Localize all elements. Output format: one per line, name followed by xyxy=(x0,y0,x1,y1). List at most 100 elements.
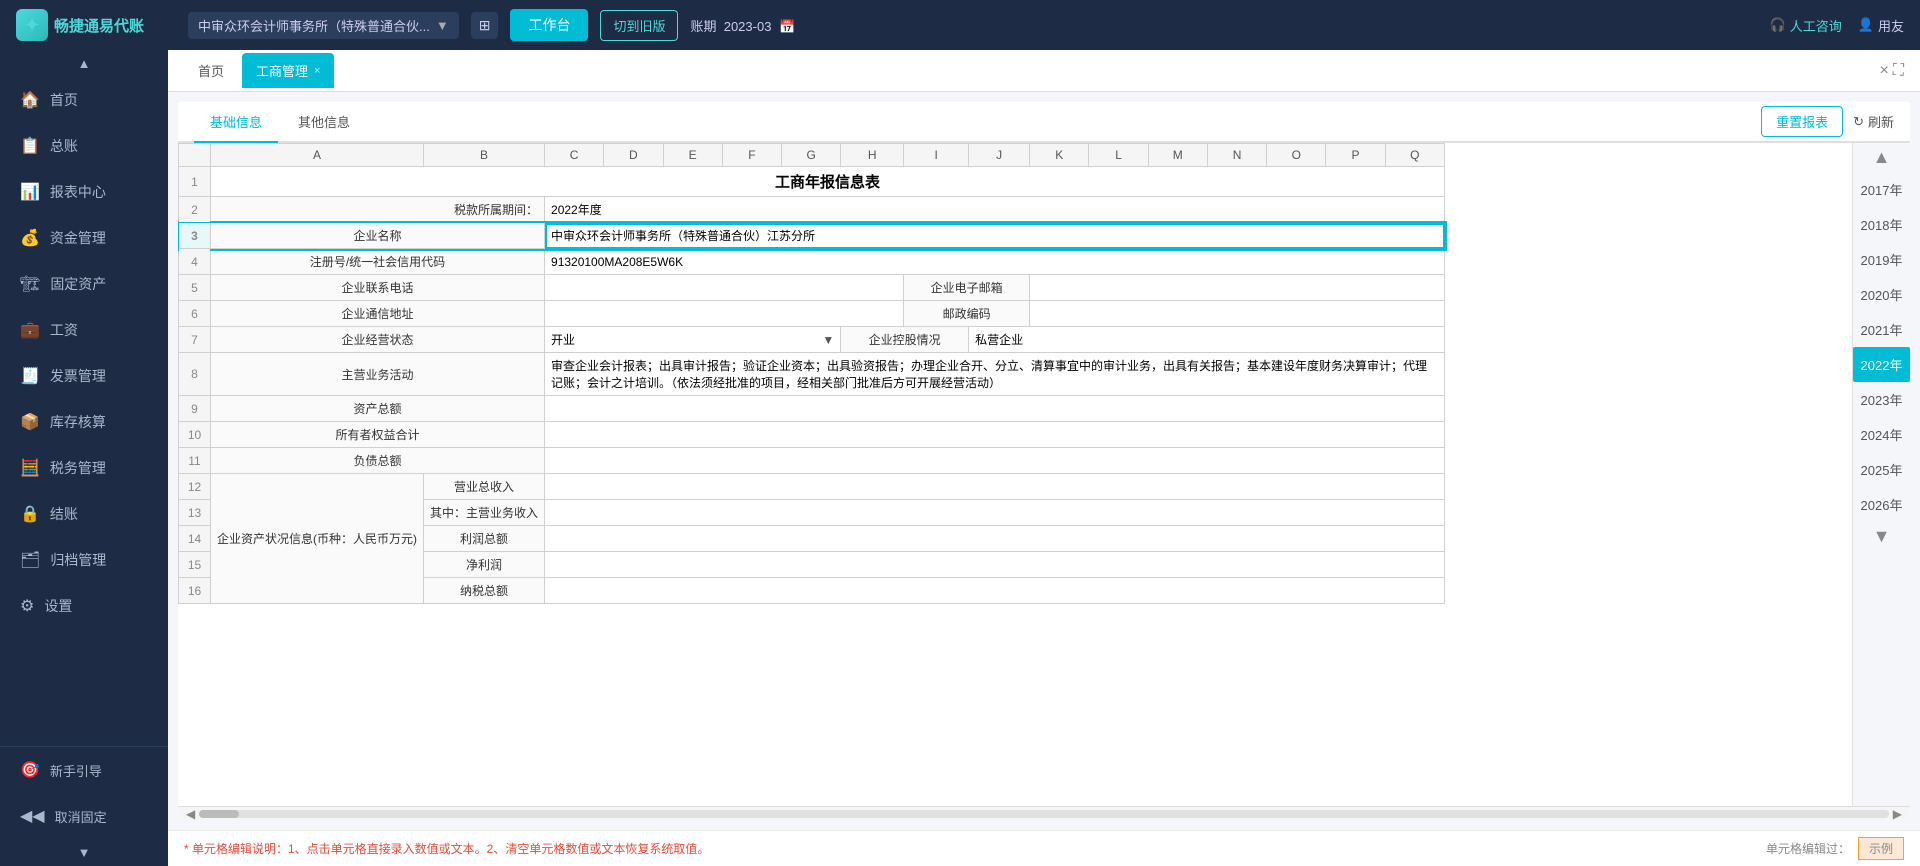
col-header-M[interactable]: M xyxy=(1148,144,1207,167)
address-value[interactable] xyxy=(545,301,904,327)
year-scroll-down-button[interactable]: ▼ xyxy=(1869,522,1895,551)
year-item-2020[interactable]: 2020年 xyxy=(1853,277,1910,312)
window-close-button[interactable]: × xyxy=(1879,62,1888,80)
equity-total-value[interactable] xyxy=(545,422,1445,448)
tab-basic-info[interactable]: 基础信息 xyxy=(194,102,278,143)
reg-code-value[interactable]: 91320100MA208E5W6K xyxy=(545,249,1445,275)
sidebar-item-finance[interactable]: 💰 资金管理 xyxy=(0,215,168,261)
home-icon: 🏠 xyxy=(20,90,40,110)
sidebar-item-close[interactable]: 🔒 结账 xyxy=(0,491,168,537)
tab-close-icon[interactable]: × xyxy=(314,65,320,77)
col-header-F[interactable]: F xyxy=(722,144,781,167)
row-num-16: 16 xyxy=(179,578,211,604)
sidebar-item-tax[interactable]: 🧮 税务管理 xyxy=(0,445,168,491)
company-selector[interactable]: 中审众环会计师事务所（特殊普通合伙... ▼ xyxy=(188,12,459,39)
company-icon-button[interactable]: ⊞ xyxy=(471,12,499,39)
sidebar-scroll-down[interactable]: ▼ xyxy=(0,839,168,866)
tab-gongshang[interactable]: 工商管理 × xyxy=(242,53,334,88)
col-header-O[interactable]: O xyxy=(1267,144,1326,167)
sidebar-item-unpin[interactable]: ◀◀ 取消固定 xyxy=(0,793,168,839)
sidebar-item-home[interactable]: 🏠 首页 xyxy=(0,77,168,123)
bottom-bar: * 单元格编辑说明：1、点击单元格直接录入数值或文本。2、清空单元格数值或文本恢… xyxy=(168,830,1920,866)
window-expand-button[interactable]: ⛶ xyxy=(1893,62,1904,80)
profit-total-value[interactable] xyxy=(545,526,1445,552)
scroll-thumb[interactable] xyxy=(199,810,239,818)
net-profit-value[interactable] xyxy=(545,552,1445,578)
company-name-label: 企业名称 xyxy=(211,223,545,249)
email-value[interactable] xyxy=(1030,275,1445,301)
sidebar-item-invoice[interactable]: 🧾 发票管理 xyxy=(0,353,168,399)
col-header-B[interactable]: B xyxy=(424,144,545,167)
year-item-2017[interactable]: 2017年 xyxy=(1853,172,1910,207)
col-header-C[interactable]: C xyxy=(545,144,604,167)
sidebar-label-unpin: 取消固定 xyxy=(55,807,107,826)
scroll-right-button[interactable]: ▶ xyxy=(1889,807,1906,821)
workbench-button[interactable]: 工作台 xyxy=(510,9,588,41)
biz-activity-value[interactable]: 审查企业会计报表；出具审计报告；验证企业资本；出具验资报告；办理企业合开、分立、… xyxy=(545,353,1445,396)
horizontal-scrollbar[interactable]: ◀ ▶ xyxy=(178,806,1910,820)
revenue-total-value[interactable] xyxy=(545,474,1445,500)
year-item-2024[interactable]: 2024年 xyxy=(1853,417,1910,452)
liability-value[interactable] xyxy=(545,448,1445,474)
sidebar-item-settings[interactable]: ⚙ 设置 xyxy=(0,583,168,629)
tab-other-info[interactable]: 其他信息 xyxy=(282,102,366,143)
sidebar-item-inventory[interactable]: 📦 库存核算 xyxy=(0,399,168,445)
calendar-icon[interactable]: 📅 xyxy=(779,19,795,34)
consult-button[interactable]: 🎧 人工咨询 xyxy=(1770,16,1842,35)
col-header-K[interactable]: K xyxy=(1030,144,1089,167)
sheet-main[interactable]: A B C D E F G H I J K L xyxy=(178,143,1852,806)
year-item-2025[interactable]: 2025年 xyxy=(1853,452,1910,487)
sidebar-item-assets[interactable]: 🏗 固定资产 xyxy=(0,261,168,307)
col-header-I[interactable]: I xyxy=(904,144,969,167)
tax-period-value[interactable]: 2022年度 xyxy=(545,197,1445,223)
sidebar-item-salary[interactable]: 💼 工资 xyxy=(0,307,168,353)
user-menu[interactable]: 👤 用友 xyxy=(1858,16,1904,35)
col-header-E[interactable]: E xyxy=(663,144,722,167)
sidebar-item-archive[interactable]: 🗂 归档管理 xyxy=(0,537,168,583)
year-item-2018[interactable]: 2018年 xyxy=(1853,207,1910,242)
scroll-track[interactable] xyxy=(199,810,1889,818)
year-item-2022[interactable]: 2022年 xyxy=(1853,347,1910,382)
scroll-left-button[interactable]: ◀ xyxy=(182,807,199,821)
col-header-N[interactable]: N xyxy=(1207,144,1266,167)
year-item-2023[interactable]: 2023年 xyxy=(1853,382,1910,417)
row-num-4: 4 xyxy=(179,249,211,275)
sidebar-item-ledger[interactable]: 📋 总账 xyxy=(0,123,168,169)
col-header-H[interactable]: H xyxy=(841,144,904,167)
ownership-value[interactable]: 私营企业 xyxy=(969,327,1445,353)
reset-report-button[interactable]: 重置报表 xyxy=(1761,106,1843,137)
year-item-2021[interactable]: 2021年 xyxy=(1853,312,1910,347)
refresh-button[interactable]: ↻ 刷新 xyxy=(1853,112,1894,131)
col-header-D[interactable]: D xyxy=(604,144,663,167)
table-title-cell[interactable]: 工商年报信息表 xyxy=(211,167,1445,197)
finance-icon: 💰 xyxy=(20,228,40,248)
year-scroll-up-button[interactable]: ▲ xyxy=(1869,143,1895,172)
col-header-J[interactable]: J xyxy=(969,144,1030,167)
col-header-G[interactable]: G xyxy=(782,144,841,167)
phone-value[interactable] xyxy=(545,275,904,301)
sidebar-item-guide[interactable]: 🎯 新手引导 xyxy=(0,747,168,793)
edited-example: 示例 xyxy=(1858,837,1904,860)
col-header-A[interactable]: A xyxy=(211,144,424,167)
biz-status-value[interactable]: 开业 ▼ xyxy=(545,327,841,353)
col-header-Q[interactable]: Q xyxy=(1385,144,1444,167)
assets-icon: 🏗 xyxy=(20,274,40,294)
sidebar-item-report[interactable]: 📊 报表中心 xyxy=(0,169,168,215)
col-header-L[interactable]: L xyxy=(1089,144,1148,167)
row-num-8: 8 xyxy=(179,353,211,396)
main-revenue-value[interactable] xyxy=(545,500,1445,526)
assets-total-value[interactable] xyxy=(545,396,1445,422)
company-name-value[interactable]: 中审众环会计师事务所（特殊普通合伙）江苏分所 xyxy=(545,223,1445,249)
sidebar-label-inventory: 库存核算 xyxy=(50,412,106,432)
edited-label: 单元格编辑过： xyxy=(1766,840,1850,857)
row-num-6: 6 xyxy=(179,301,211,327)
row-num-10: 10 xyxy=(179,422,211,448)
year-item-2026[interactable]: 2026年 xyxy=(1853,487,1910,522)
postal-value[interactable] xyxy=(1030,301,1445,327)
year-item-2019[interactable]: 2019年 xyxy=(1853,242,1910,277)
tax-total-value[interactable] xyxy=(545,578,1445,604)
tab-home[interactable]: 首页 xyxy=(184,53,238,88)
switch-version-button[interactable]: 切到旧版 xyxy=(600,10,678,41)
col-header-P[interactable]: P xyxy=(1326,144,1385,167)
sidebar-scroll-up[interactable]: ▲ xyxy=(0,50,168,77)
